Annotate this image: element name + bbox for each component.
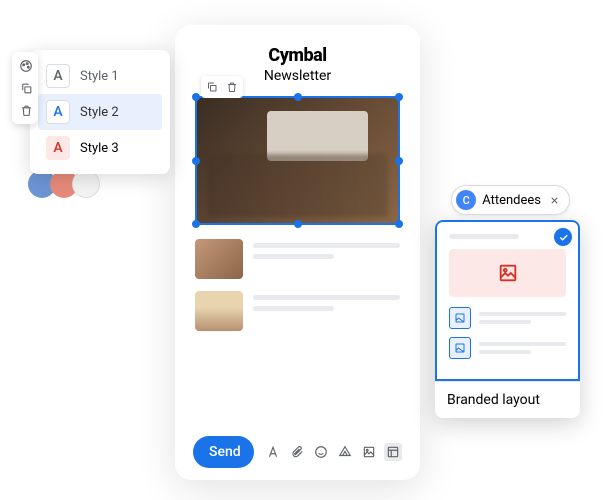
resize-handle[interactable] [395,157,403,165]
list-item[interactable] [195,291,400,331]
preview-row [449,337,566,359]
article-thumbnail [195,239,243,279]
send-button[interactable]: Send [193,436,254,468]
delete-icon[interactable] [16,100,36,120]
article-thumbnail [195,291,243,331]
style-picker: A Style 1 A Style 2 A Style 3 [30,50,170,174]
color-swatches [28,170,100,198]
chip-label: Attendees [482,193,541,208]
preview-line [479,312,566,316]
palette-icon[interactable] [16,56,36,76]
style-swatch-letter: A [46,64,70,88]
close-icon[interactable] [547,193,561,207]
newsletter-editor: Cymbal Newsletter [175,25,420,480]
compose-toolbar: Send [193,436,402,468]
list-item[interactable] [195,239,400,279]
resize-handle[interactable] [395,220,403,228]
preview-placeholder [449,234,519,239]
image-icon [449,307,471,329]
style-swatch-letter: A [46,136,70,160]
attendees-chip[interactable]: C Attendees [451,185,570,215]
style-swatch-letter: A [46,100,70,124]
chip-avatar: C [456,190,476,210]
style-label: Style 3 [80,141,119,156]
style-option-3[interactable]: A Style 3 [38,130,162,166]
color-swatch-white[interactable] [72,170,100,198]
copy-icon[interactable] [203,78,221,96]
image-icon[interactable] [360,443,378,461]
text-line [253,243,400,248]
preview-line [479,350,531,354]
layout-card[interactable]: Branded layout [435,220,580,418]
layout-label: Branded layout [435,381,580,418]
layout-icon[interactable] [384,443,402,461]
resize-handle[interactable] [294,93,302,101]
style-label: Style 1 [80,69,119,84]
image-icon [449,337,471,359]
preview-line [479,342,566,346]
selected-image-block[interactable] [195,96,400,225]
preview-placeholder [479,337,566,359]
preview-hero [449,249,566,297]
layout-preview [435,220,580,381]
text-placeholder [253,291,400,331]
text-line [253,254,334,259]
emoji-icon[interactable] [312,443,330,461]
hero-image [197,98,398,223]
preview-row [449,307,566,329]
preview-placeholder [479,307,566,329]
brand-title: Cymbal [195,45,400,66]
style-label: Style 2 [80,105,119,120]
delete-icon[interactable] [223,78,241,96]
selection-toolbar [201,76,243,98]
send-button-group: Send [193,436,254,468]
text-placeholder [253,239,400,279]
copy-icon[interactable] [16,78,36,98]
format-icons [264,443,402,461]
image-icon [497,262,519,284]
preview-line [479,320,531,324]
resize-handle[interactable] [294,220,302,228]
resize-handle[interactable] [192,220,200,228]
style-option-2[interactable]: A Style 2 [38,94,162,130]
drive-icon[interactable] [336,443,354,461]
context-toolbar [12,52,38,124]
resize-handle[interactable] [192,93,200,101]
text-format-icon[interactable] [264,443,282,461]
text-line [253,306,334,311]
check-icon [554,228,572,246]
text-line [253,295,400,300]
resize-handle[interactable] [192,157,200,165]
attachment-icon[interactable] [288,443,306,461]
style-option-1[interactable]: A Style 1 [38,58,162,94]
resize-handle[interactable] [395,93,403,101]
